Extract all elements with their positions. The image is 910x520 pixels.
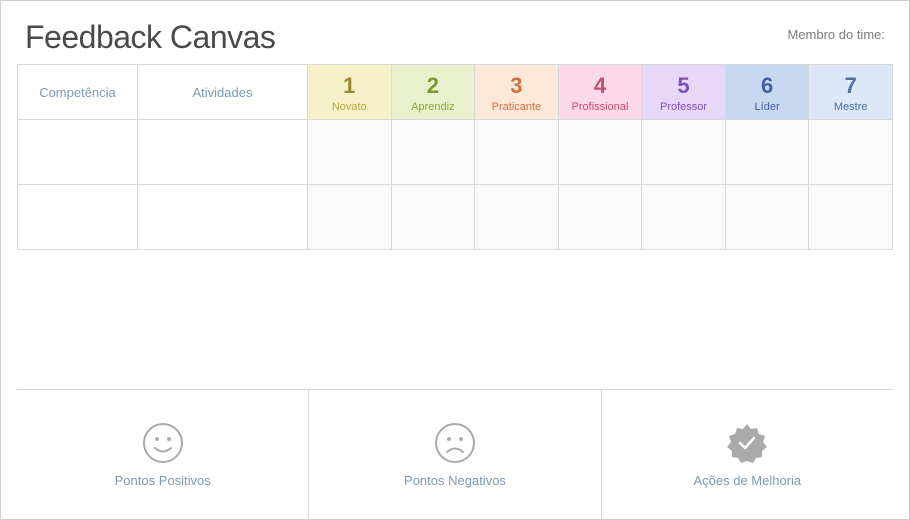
level-cell-r0-c6[interactable]	[809, 120, 893, 185]
smiley-happy-icon	[141, 421, 185, 465]
page-wrapper: Feedback Canvas Membro do time: Competên…	[0, 0, 910, 520]
bottom-panel-acoes[interactable]: Ações de Melhoria	[602, 390, 893, 519]
level-cell-r0-c0[interactable]	[308, 120, 392, 185]
competencia-cell-0[interactable]	[18, 120, 138, 185]
badge-check-icon	[725, 421, 769, 465]
level-cell-r0-c2[interactable]	[475, 120, 559, 185]
col-header-level-4: 4Profissional	[558, 65, 642, 120]
level-cell-r1-c3[interactable]	[558, 185, 642, 250]
bottom-panel-label-negativos: Pontos Negativos	[404, 473, 506, 488]
header: Feedback Canvas Membro do time:	[1, 1, 909, 64]
bottom-panel-label-positivos: Pontos Positivos	[115, 473, 211, 488]
table-row	[18, 185, 893, 250]
level-cell-r1-c1[interactable]	[391, 185, 475, 250]
member-label: Membro do time:	[787, 19, 885, 42]
competencia-cell-1[interactable]	[18, 185, 138, 250]
col-header-level-2: 2Aprendiz	[391, 65, 475, 120]
atividades-cell-0[interactable]	[138, 120, 308, 185]
col-header-level-5: 5Professor	[642, 65, 726, 120]
level-cell-r1-c5[interactable]	[725, 185, 809, 250]
main-table-wrapper: Competência Atividades 1Novato2Aprendiz3…	[1, 64, 909, 389]
bottom-panel-positivos[interactable]: Pontos Positivos	[17, 390, 309, 519]
bottom-panel-label-acoes: Ações de Melhoria	[693, 473, 801, 488]
level-cell-r0-c1[interactable]	[391, 120, 475, 185]
bottom-section: Pontos Positivos Pontos Negativos Ações …	[17, 389, 893, 519]
col-header-competencia: Competência	[18, 65, 138, 120]
feedback-table: Competência Atividades 1Novato2Aprendiz3…	[17, 64, 893, 250]
level-cell-r1-c4[interactable]	[642, 185, 726, 250]
col-header-level-7: 7Mestre	[809, 65, 893, 120]
level-cell-r0-c3[interactable]	[558, 120, 642, 185]
atividades-cell-1[interactable]	[138, 185, 308, 250]
col-header-level-1: 1Novato	[308, 65, 392, 120]
smiley-sad-icon	[433, 421, 477, 465]
col-header-level-3: 3Praticante	[475, 65, 559, 120]
level-cell-r0-c4[interactable]	[642, 120, 726, 185]
page-title: Feedback Canvas	[25, 19, 275, 56]
col-header-level-6: 6Líder	[725, 65, 809, 120]
col-header-atividades: Atividades	[138, 65, 308, 120]
level-cell-r1-c6[interactable]	[809, 185, 893, 250]
bottom-panel-negativos[interactable]: Pontos Negativos	[309, 390, 601, 519]
level-cell-r0-c5[interactable]	[725, 120, 809, 185]
level-cell-r1-c0[interactable]	[308, 185, 392, 250]
level-cell-r1-c2[interactable]	[475, 185, 559, 250]
table-row	[18, 120, 893, 185]
